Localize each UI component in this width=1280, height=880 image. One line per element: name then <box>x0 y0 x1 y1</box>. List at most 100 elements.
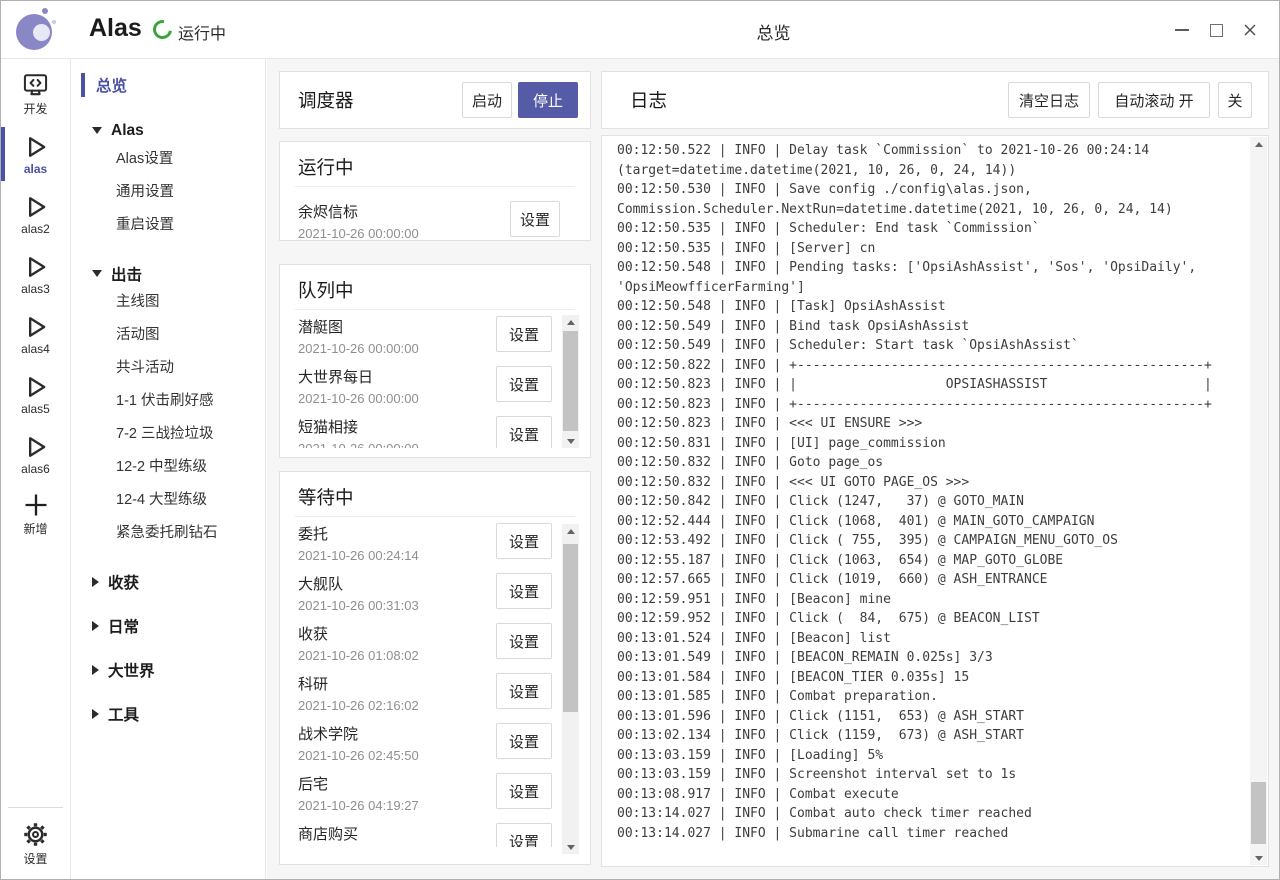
menu-item[interactable]: 12-4 大型练级 <box>71 484 265 517</box>
rail-item-dev[interactable]: 开发 <box>1 64 70 124</box>
menu-item[interactable]: 通用设置 <box>71 176 265 209</box>
page-title: 总览 <box>266 19 1280 44</box>
titlebar: Alas 运行中 总览 <box>1 1 1279 59</box>
task-setting-button[interactable]: 设置 <box>496 773 552 809</box>
rail-item-alas3[interactable]: alas3 <box>1 244 70 304</box>
rail-item-alas4[interactable]: alas4 <box>1 304 70 364</box>
scroll-thumb[interactable] <box>563 331 578 431</box>
task-row: 科研2021-10-26 02:16:02设置 <box>280 667 590 717</box>
maximize-icon <box>1210 24 1223 37</box>
log-scrollbar[interactable] <box>1250 137 1267 865</box>
log-off-button[interactable]: 关 <box>1218 82 1252 118</box>
scroll-down-button[interactable] <box>562 434 579 448</box>
task-setting-button[interactable]: 设置 <box>496 416 552 448</box>
menu-item[interactable]: Alas设置 <box>71 143 265 176</box>
menu-item[interactable]: 活动图 <box>71 319 265 352</box>
menu-item[interactable]: 共斗活动 <box>71 352 265 385</box>
close-button[interactable] <box>1233 13 1267 47</box>
log-line: 00:12:57.665 | INFO | Click (1019, 660) … <box>617 570 1240 590</box>
rail-item-alas[interactable]: alas <box>1 124 70 184</box>
waiting-panel: 等待中 委托2021-10-26 00:24:14设置大舰队2021-10-26… <box>279 471 591 865</box>
log-line: 00:13:03.159 | INFO | [Loading] 5% <box>617 746 1240 766</box>
menu-section-5[interactable]: 工具 <box>71 701 265 726</box>
task-row: 后宅2021-10-26 04:19:27设置 <box>280 767 590 817</box>
task-row: 潜艇图2021-10-26 00:00:00设置 <box>280 310 590 360</box>
task-setting-button[interactable]: 设置 <box>510 201 560 237</box>
log-line: 00:13:01.524 | INFO | [Beacon] list <box>617 629 1240 649</box>
menu-item[interactable]: 主线图 <box>71 286 265 319</box>
triangle-down-icon <box>567 439 575 444</box>
task-setting-button[interactable]: 设置 <box>496 723 552 759</box>
menu-sidebar: 总览 Alas Alas设置通用设置重启设置出击主线图活动图共斗活动1-1 伏击刷… <box>71 59 266 880</box>
log-line: 00:12:50.823 | INFO | <<< UI ENSURE >>> <box>617 414 1240 434</box>
task-row: 短猫相接2021-10-26 00:00:00设置 <box>280 410 590 448</box>
menu-section-0[interactable]: Alas <box>71 118 265 143</box>
queued-task-list[interactable]: 潜艇图2021-10-26 00:00:00设置大世界每日2021-10-26 … <box>280 310 590 448</box>
menu-item[interactable]: 1-1 伏击刷好感 <box>71 385 265 418</box>
waiting-scrollbar[interactable] <box>562 524 579 854</box>
play-icon <box>22 433 50 461</box>
task-setting-button[interactable]: 设置 <box>496 673 552 709</box>
play-icon <box>22 193 50 221</box>
rail-item-add[interactable]: 新增 <box>1 484 70 544</box>
menu-item[interactable]: 7-2 三战捡垃圾 <box>71 418 265 451</box>
rail-item-alas5[interactable]: alas5 <box>1 364 70 424</box>
scheduler-title: 调度器 <box>298 87 462 113</box>
rail-item-alas6[interactable]: alas6 <box>1 424 70 484</box>
menu-section-4[interactable]: 大世界 <box>71 657 265 682</box>
task-row: 余烬信标2021-10-26 00:00:00设置 <box>280 195 590 245</box>
menu-item-overview[interactable]: 总览 <box>71 71 265 99</box>
task-setting-button[interactable]: 设置 <box>496 316 552 352</box>
menu-section-2[interactable]: 收获 <box>71 569 265 594</box>
task-setting-button[interactable]: 设置 <box>496 823 552 847</box>
menu-item[interactable]: 重启设置 <box>71 209 265 242</box>
running-task-list: 余烬信标2021-10-26 00:00:00设置 <box>280 187 590 245</box>
scroll-thumb[interactable] <box>1251 782 1266 844</box>
task-setting-button[interactable]: 设置 <box>496 623 552 659</box>
rail-item-label: 新增 <box>23 520 47 537</box>
task-setting-button[interactable]: 设置 <box>496 523 552 559</box>
menu-item[interactable]: 12-2 中型练级 <box>71 451 265 484</box>
close-icon <box>1243 23 1257 37</box>
menu-section-3[interactable]: 日常 <box>71 613 265 638</box>
play-icon <box>22 253 50 281</box>
log-line: 00:12:52.444 | INFO | Click (1068, 401) … <box>617 512 1240 532</box>
menu-section-1[interactable]: 出击 <box>71 261 265 286</box>
menu-item[interactable]: 紧急委托刷钻石 <box>71 517 265 550</box>
log-line: 00:12:50.548 | INFO | [Task] OpsiAshAssi… <box>617 297 1240 317</box>
caret-right-icon <box>92 709 99 719</box>
scheduler-stop-button[interactable]: 停止 <box>518 82 578 118</box>
scroll-down-button[interactable] <box>562 840 579 854</box>
log-line: 00:12:55.187 | INFO | Click (1063, 654) … <box>617 551 1240 571</box>
maximize-button[interactable] <box>1199 13 1233 47</box>
scheduler-start-button[interactable]: 启动 <box>462 82 512 118</box>
log-line: 00:13:14.027 | INFO | Submarine call tim… <box>617 824 1240 844</box>
running-panel-title: 运行中 <box>295 142 575 187</box>
task-setting-button[interactable]: 设置 <box>496 366 552 402</box>
rail-item-alas2[interactable]: alas2 <box>1 184 70 244</box>
scroll-up-button[interactable] <box>562 315 579 329</box>
scroll-up-button[interactable] <box>1250 137 1267 151</box>
waiting-task-list[interactable]: 委托2021-10-26 00:24:14设置大舰队2021-10-26 00:… <box>280 517 590 847</box>
gear-icon <box>22 821 49 849</box>
log-panel[interactable]: 00:12:50.522 | INFO | Delay task `Commis… <box>601 135 1269 867</box>
instance-rail: 开发alasalas2alas3alas4alas5alas6 新增 设置 <box>1 59 71 880</box>
scroll-thumb[interactable] <box>563 544 578 712</box>
log-line: 00:12:50.530 | INFO | Save config ./conf… <box>617 180 1240 219</box>
menu-section-label: 出击 <box>111 263 142 285</box>
scroll-up-button[interactable] <box>562 524 579 538</box>
log-line: 00:13:01.596 | INFO | Click (1151, 653) … <box>617 707 1240 727</box>
scroll-down-button[interactable] <box>1250 851 1267 865</box>
rail-item-settings[interactable]: 设置 <box>1 814 70 874</box>
running-panel: 运行中 余烬信标2021-10-26 00:00:00设置 <box>279 141 591 241</box>
menu-section-label: Alas <box>111 122 144 140</box>
queued-scrollbar[interactable] <box>562 315 579 448</box>
autoscroll-toggle-button[interactable]: 自动滚动 开 <box>1098 82 1210 118</box>
task-row: 收获2021-10-26 01:08:02设置 <box>280 617 590 667</box>
log-line: 00:12:50.535 | INFO | Scheduler: End tas… <box>617 219 1240 239</box>
log-line: 00:12:50.549 | INFO | Bind task OpsiAshA… <box>617 317 1240 337</box>
task-setting-button[interactable]: 设置 <box>496 573 552 609</box>
clear-log-button[interactable]: 清空日志 <box>1008 82 1090 118</box>
running-spinner-icon <box>149 16 175 42</box>
minimize-button[interactable] <box>1165 13 1199 47</box>
